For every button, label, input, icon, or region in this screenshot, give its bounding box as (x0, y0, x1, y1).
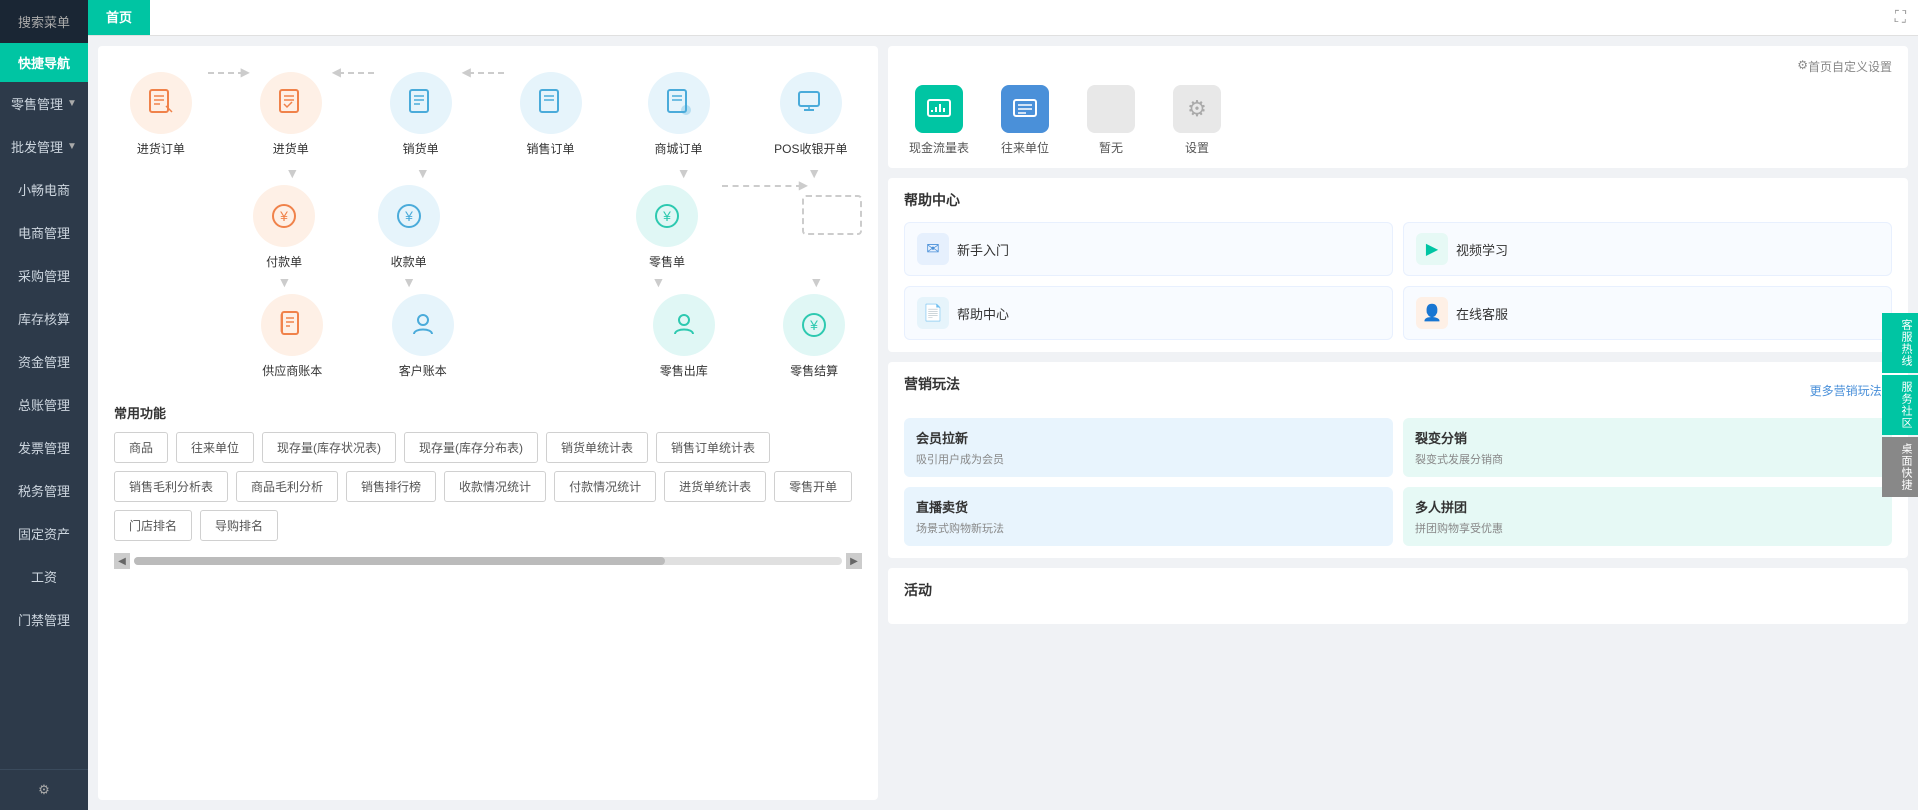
scrollbar-thumb (134, 557, 665, 565)
flow-node-purchase[interactable]: 进货单 (244, 72, 338, 157)
sidebar-item-payroll[interactable]: 工资 (0, 555, 88, 598)
mkt-item-member[interactable]: 会员拉新 吸引用户成为会员 (904, 418, 1393, 477)
flow-node-supplier-book[interactable]: 供应商账本 (244, 294, 340, 379)
mkt-title: 营销玩法 (904, 374, 960, 394)
qa-item-none[interactable]: 暂无 (1076, 85, 1146, 156)
sidebar: 搜索菜单 快捷导航 零售管理▼ 批发管理▼ 小畅电商 电商管理 采购管理 库存核… (0, 0, 88, 810)
qa-item-cashflow[interactable]: 现金流量表 (904, 85, 974, 156)
flow-node-sales-order[interactable]: 销售订单 (504, 72, 598, 157)
sidebar-search[interactable]: 搜索菜单 (0, 0, 88, 43)
flow-node-mall-order[interactable]: 商城订单 (632, 72, 726, 157)
sidebar-item-ecommerce[interactable]: 小畅电商 (0, 168, 88, 211)
content-area: 进货订单 ▶ 进货单 (88, 36, 1918, 810)
float-btn-service[interactable]: 客服热线 (1882, 313, 1918, 373)
help-item-help[interactable]: 📄 帮助中心 (904, 286, 1393, 340)
svg-text:¥: ¥ (279, 208, 288, 224)
mkt-more-link[interactable]: 更多营销玩法 > (1810, 382, 1892, 399)
func-btn-margin1[interactable]: 销售毛利分析表 (114, 471, 228, 502)
svg-text:¥: ¥ (662, 208, 671, 224)
float-btn-community[interactable]: 服务社区 (1882, 375, 1918, 435)
func-btn-purchase-stat[interactable]: 进货单统计表 (664, 471, 766, 502)
func-btn-payment-stat[interactable]: 付款情况统计 (554, 471, 656, 502)
func-btn-retail-order[interactable]: 零售开单 (774, 471, 852, 502)
func-btn-ranking[interactable]: 销售排行榜 (346, 471, 436, 502)
func-btn-salesorder-stat[interactable]: 销售订单统计表 (656, 432, 770, 463)
activity-panel: 活动 (888, 568, 1908, 624)
qa-header: ⚙ 首页自定义设置 (904, 58, 1892, 75)
activity-title: 活动 (904, 580, 1892, 600)
help-item-video[interactable]: ▶ 视频学习 (1403, 222, 1892, 276)
mkt-header: 营销玩法 更多营销玩法 > (904, 374, 1892, 406)
qa-item-settings[interactable]: ⚙ 设置 (1162, 85, 1232, 156)
gear-icon: ⚙ (1797, 58, 1808, 75)
mkt-item-groupbuy[interactable]: 多人拼团 拼团购物享受优惠 (1403, 487, 1892, 546)
flow-node-receipt[interactable]: ¥ 收款单 (363, 185, 454, 270)
func-btn-product[interactable]: 商品 (114, 432, 168, 463)
func-btn-guide-rank[interactable]: 导购排名 (200, 510, 278, 541)
func-buttons-grid: 商品 往来单位 现存量(库存状况表) 现存量(库存分布表) 销货单统计表 销售订… (114, 432, 862, 541)
svg-text:¥: ¥ (404, 208, 413, 224)
sidebar-item-inventory[interactable]: 库存核算 (0, 297, 88, 340)
common-functions-title: 常用功能 (114, 403, 862, 422)
scrollbar: ◀ ▶ (114, 553, 862, 569)
sidebar-item-access[interactable]: 门禁管理 (0, 598, 88, 641)
mkt-item-fission[interactable]: 裂变分销 裂变式发展分销商 (1403, 418, 1892, 477)
flow-node-retail-settle[interactable]: ¥ 零售结算 (766, 294, 862, 379)
quick-access-panel: ⚙ 首页自定义设置 现金流量表 往来单位 (888, 46, 1908, 168)
scroll-right-btn[interactable]: ▶ (846, 553, 862, 569)
func-btn-units[interactable]: 往来单位 (176, 432, 254, 463)
customize-label[interactable]: 首页自定义设置 (1808, 58, 1892, 75)
tab-home[interactable]: 首页 (88, 0, 150, 35)
flow-node-purchase-order[interactable]: 进货订单 (114, 72, 208, 157)
qa-item-units[interactable]: 往来单位 (990, 85, 1060, 156)
sidebar-item-finance[interactable]: 资金管理 (0, 340, 88, 383)
top-tabs: 首页 ⛶ (88, 0, 1918, 36)
flow-node-pos[interactable]: POS收银开单 (760, 72, 862, 157)
sidebar-item-invoice[interactable]: 发票管理 (0, 426, 88, 469)
sidebar-item-wholesale[interactable]: 批发管理▼ (0, 125, 88, 168)
sidebar-item-retail[interactable]: 零售管理▼ (0, 82, 88, 125)
func-btn-stock1[interactable]: 现存量(库存状况表) (262, 432, 396, 463)
scrollbar-track[interactable] (134, 557, 842, 565)
flow-node-customer-book[interactable]: 客户账本 (375, 294, 471, 379)
sidebar-item-tax[interactable]: 税务管理 (0, 469, 88, 512)
func-btn-store-rank[interactable]: 门店排名 (114, 510, 192, 541)
fullscreen-icon[interactable]: ⛶ (1895, 9, 1918, 27)
help-center-title: 帮助中心 (904, 190, 1892, 210)
func-btn-receipt-stat[interactable]: 收款情况统计 (444, 471, 546, 502)
help-item-beginner[interactable]: ✉ 新手入门 (904, 222, 1393, 276)
float-buttons: 客服热线 服务社区 桌面快捷 (1882, 313, 1918, 497)
flow-node-payment[interactable]: ¥ 付款单 (239, 185, 330, 270)
left-panel: 进货订单 ▶ 进货单 (98, 46, 878, 800)
flow-node-retail-out[interactable]: 零售出库 (636, 294, 732, 379)
flow-diagram: 进货订单 ▶ 进货单 (114, 62, 862, 393)
marketing-panel: 营销玩法 更多营销玩法 > 会员拉新 吸引用户成为会员 裂变分销 裂变式发展分销… (888, 362, 1908, 558)
sidebar-settings[interactable]: ⚙ (0, 769, 88, 810)
func-btn-sales-stat[interactable]: 销货单统计表 (546, 432, 648, 463)
func-btn-margin2[interactable]: 商品毛利分析 (236, 471, 338, 502)
svg-text:¥: ¥ (809, 317, 818, 333)
sidebar-item-ledger[interactable]: 总账管理 (0, 383, 88, 426)
help-grid: ✉ 新手入门 ▶ 视频学习 📄 帮助中心 👤 在线客服 (904, 222, 1892, 340)
sidebar-nav-label: 快捷导航 (0, 43, 88, 82)
sidebar-item-ecommerce-mgmt[interactable]: 电商管理 (0, 211, 88, 254)
float-btn-desktop[interactable]: 桌面快捷 (1882, 437, 1918, 497)
sidebar-item-purchase[interactable]: 采购管理 (0, 254, 88, 297)
common-functions: 常用功能 商品 往来单位 现存量(库存状况表) 现存量(库存分布表) 销货单统计… (114, 403, 862, 569)
sidebar-item-assets[interactable]: 固定资产 (0, 512, 88, 555)
right-panel: ⚙ 首页自定义设置 现金流量表 往来单位 (888, 46, 1908, 800)
flow-node-retail[interactable]: ¥ 零售单 (612, 185, 722, 270)
scroll-left-btn[interactable]: ◀ (114, 553, 130, 569)
help-item-service[interactable]: 👤 在线客服 (1403, 286, 1892, 340)
func-btn-stock2[interactable]: 现存量(库存分布表) (404, 432, 538, 463)
mkt-item-livestream[interactable]: 直播卖货 场景式购物新玩法 (904, 487, 1393, 546)
flow-node-sales[interactable]: 销货单 (374, 72, 468, 157)
help-center-panel: 帮助中心 ✉ 新手入门 ▶ 视频学习 📄 帮助中心 👤 (888, 178, 1908, 352)
qa-icons: 现金流量表 往来单位 暂无 ⚙ (904, 85, 1892, 156)
mkt-grid: 会员拉新 吸引用户成为会员 裂变分销 裂变式发展分销商 直播卖货 场景式购物新玩… (904, 418, 1892, 546)
main-area: 首页 ⛶ 进货订单 (88, 0, 1918, 810)
